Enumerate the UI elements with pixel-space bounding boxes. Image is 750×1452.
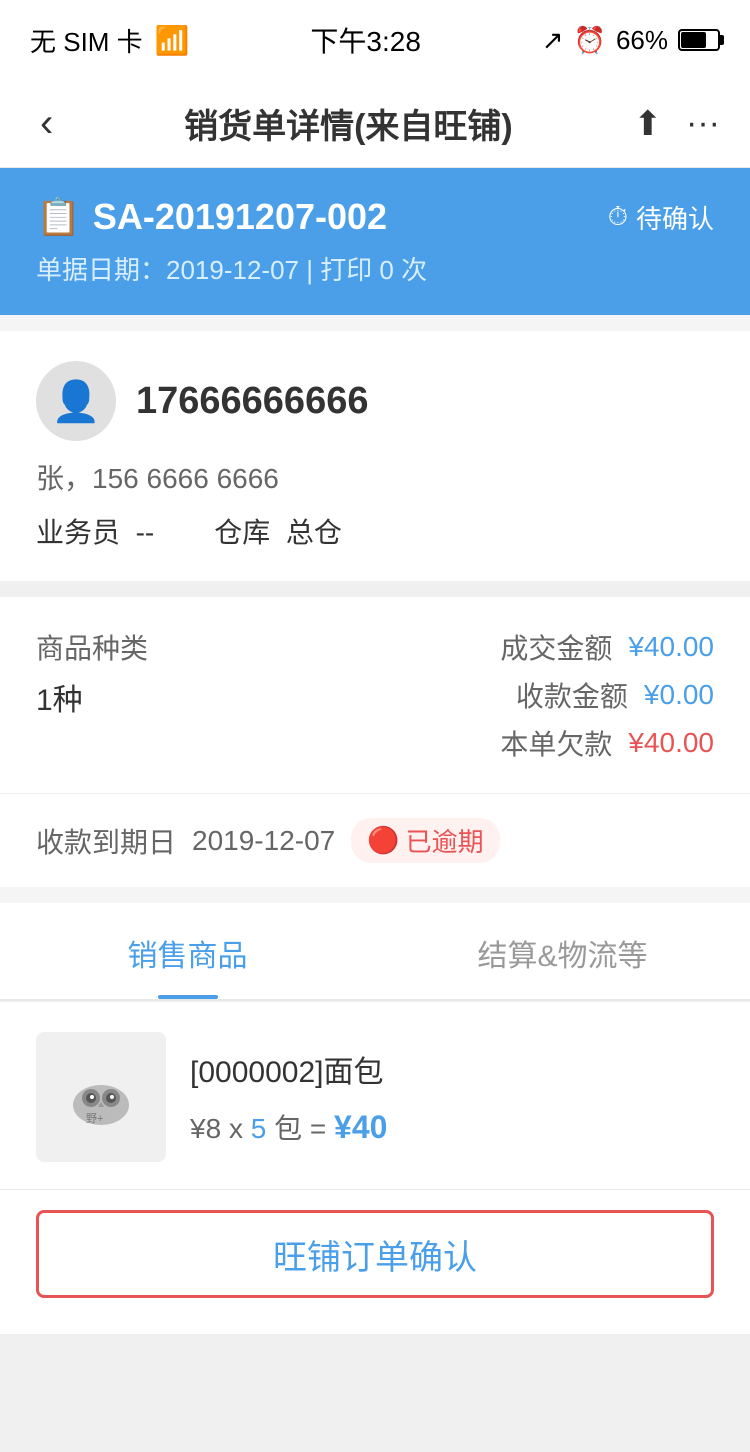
status-icon: ⏱ [608, 201, 628, 233]
received-value: ¥0.00 [644, 679, 714, 711]
product-qty: 5 [251, 1113, 267, 1144]
order-icon: 📋 [36, 196, 81, 238]
summary-card: 商品种类 1种 成交金额 ¥40.00 收款金额 ¥0.00 本单欠款 ¥40.… [0, 597, 750, 793]
bottom-bar: 旺铺订单确认 [0, 1189, 750, 1334]
warehouse-label: 仓库 总仓 [214, 511, 342, 551]
deal-amount-label: 成交金额 [500, 627, 612, 667]
battery-percent: 66% [616, 25, 668, 56]
tab-sales-goods[interactable]: 销售商品 [0, 903, 375, 999]
deal-amount-row: 成交金额 ¥40.00 [500, 627, 714, 667]
product-name: [0000002]面包 [190, 1047, 387, 1091]
nav-bar: ‹ 销货单详情(来自旺铺) ⬆ ··· [0, 80, 750, 168]
tabs-row: 销售商品 结算&物流等 [0, 903, 750, 1001]
product-info: [0000002]面包 ¥8 x 5 包 = ¥40 [190, 1032, 387, 1162]
product-total: ¥40 [334, 1109, 387, 1145]
avatar: 👤 [36, 361, 116, 441]
confirm-order-button[interactable]: 旺铺订单确认 [36, 1210, 714, 1298]
due-date-label: 收款到期日 [36, 821, 176, 861]
deal-amount-value: ¥40.00 [628, 631, 714, 663]
share-icon[interactable]: ⬆ [634, 104, 663, 144]
overdue-badge: 🔴 已逾期 [351, 818, 499, 863]
received-amount-row: 收款金额 ¥0.00 [516, 675, 714, 715]
salesperson-label: 业务员 -- [36, 511, 154, 551]
tab-settlement[interactable]: 结算&物流等 [375, 903, 750, 999]
location-icon: ↗ [542, 25, 564, 56]
product-type-value: 1种 [36, 675, 148, 719]
owed-label: 本单欠款 [500, 723, 612, 763]
time-label: 下午3:28 [310, 20, 421, 60]
owed-value: ¥40.00 [628, 727, 714, 759]
overdue-icon: 🔴 [367, 825, 399, 856]
divider-1 [0, 581, 750, 597]
nav-actions: ⬆ ··· [634, 104, 720, 144]
customer-card: 👤 17666666666 张，156 6666 6666 业务员 -- 仓库 … [0, 331, 750, 581]
more-icon[interactable]: ··· [686, 104, 720, 143]
carrier-label: 无 SIM 卡 [30, 22, 143, 59]
order-id: 📋 SA-20191207-002 [36, 196, 387, 238]
customer-phone: 17666666666 [136, 380, 368, 423]
status-bar: 无 SIM 卡 📶 下午3:28 ↗ ⏰ 66% [0, 0, 750, 80]
due-date-value: 2019-12-07 [192, 825, 335, 857]
page-title: 销货单详情(来自旺铺) [184, 99, 513, 148]
avatar-icon: 👤 [51, 378, 101, 425]
customer-meta: 业务员 -- 仓库 总仓 [36, 511, 714, 551]
summary-right: 成交金额 ¥40.00 收款金额 ¥0.00 本单欠款 ¥40.00 [500, 627, 714, 763]
alarm-icon: ⏰ [574, 25, 606, 56]
received-label: 收款金额 [516, 675, 628, 715]
order-status: ⏱ 待确认 [608, 199, 714, 236]
back-button[interactable]: ‹ [30, 91, 63, 156]
svg-text:野+: 野+ [86, 1112, 103, 1125]
status-right: ↗ ⏰ 66% [542, 25, 720, 56]
owed-amount-row: 本单欠款 ¥40.00 [500, 723, 714, 763]
wifi-icon: 📶 [155, 24, 190, 57]
product-price-line: ¥8 x 5 包 = ¥40 [190, 1107, 387, 1147]
status-left: 无 SIM 卡 📶 [30, 22, 190, 59]
product-thumbnail: 野+ [36, 1032, 166, 1162]
owl-logo-icon: 野+ [66, 1070, 136, 1125]
product-item: 野+ [0000002]面包 ¥8 x 5 包 = ¥40 [0, 1001, 750, 1192]
order-header: 📋 SA-20191207-002 ⏱ 待确认 单据日期：2019-12-07 … [0, 168, 750, 315]
customer-name: 张，156 6666 6666 [36, 457, 714, 497]
due-date-card: 收款到期日 2019-12-07 🔴 已逾期 [0, 793, 750, 887]
battery-icon [678, 29, 720, 51]
tabs-section: 销售商品 结算&物流等 野+ [0, 903, 750, 1192]
product-type-label: 商品种类 [36, 627, 148, 667]
summary-left: 商品种类 1种 [36, 627, 148, 719]
order-date: 单据日期：2019-12-07 | 打印 0 次 [36, 250, 714, 287]
